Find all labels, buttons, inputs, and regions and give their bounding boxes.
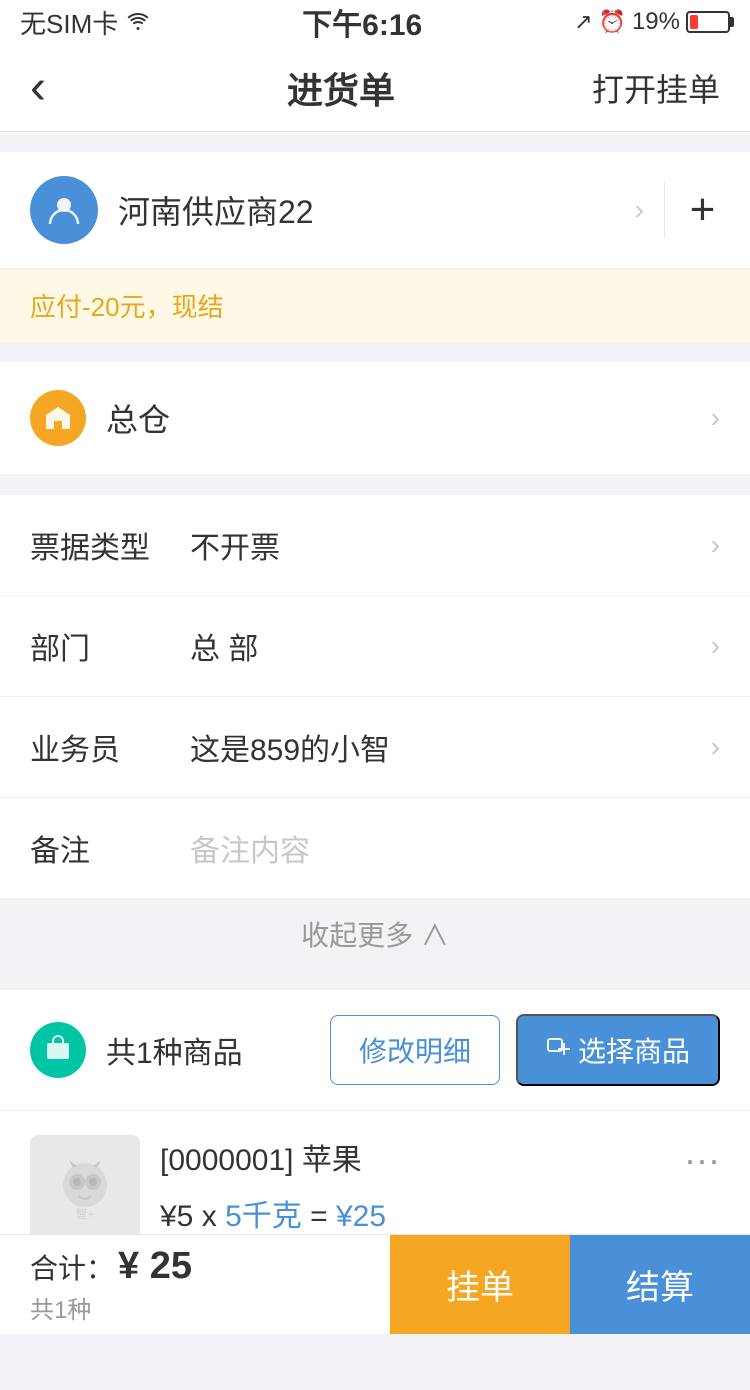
hang-label: 挂单 xyxy=(446,1260,514,1309)
form-section: 票据类型 不开票 › 部门 总 部 › 业务员 这是859的小智 › 备注 备注… xyxy=(0,495,750,898)
product-name-text: 苹果 xyxy=(302,1144,362,1177)
notice-bar: 应付-20元，现结 xyxy=(0,269,750,342)
department-label: 部门 xyxy=(30,624,190,668)
hang-button[interactable]: 挂单 xyxy=(390,1235,570,1334)
carrier-label: 无SIM卡 xyxy=(20,4,118,41)
location-icon: ↗ xyxy=(574,9,592,35)
remark-label: 备注 xyxy=(30,826,190,870)
salesman-chevron-icon: › xyxy=(711,731,720,763)
alarm-icon: ⏰ xyxy=(599,9,626,35)
gap-3 xyxy=(0,475,750,495)
ticket-type-row[interactable]: 票据类型 不开票 › xyxy=(0,495,750,596)
remark-input[interactable]: 备注内容 xyxy=(190,826,720,870)
battery-label: 19% xyxy=(632,8,680,36)
select-product-label: 选择商品 xyxy=(578,1030,690,1070)
salesman-label: 业务员 xyxy=(30,725,190,769)
status-right: ↗ ⏰ 19% xyxy=(574,8,730,36)
back-button[interactable]: ‹ xyxy=(30,60,90,115)
collapse-label: 收起更多 ∧ xyxy=(301,914,449,954)
department-row[interactable]: 部门 总 部 › xyxy=(0,596,750,697)
page-title: 进货单 xyxy=(287,62,395,114)
salesman-row[interactable]: 业务员 这是859的小智 › xyxy=(0,697,750,798)
gap-4 xyxy=(0,970,750,990)
ticket-type-label: 票据类型 xyxy=(30,523,190,567)
total-section: 合计： ¥ 25 共1种 xyxy=(0,1235,390,1334)
equals-sign: = xyxy=(310,1200,336,1233)
add-supplier-button[interactable]: + xyxy=(664,182,720,238)
department-chevron-icon: › xyxy=(711,630,720,662)
unit-price: ¥5 xyxy=(160,1200,193,1233)
notice-text: 应付-20元，现结 xyxy=(30,292,224,322)
checkout-label: 结算 xyxy=(626,1260,694,1309)
battery-icon xyxy=(686,11,730,33)
status-bar: 无SIM卡 下午6:16 ↗ ⏰ 19% xyxy=(0,0,750,44)
checkout-button[interactable]: 结算 xyxy=(570,1235,750,1334)
warehouse-chevron-icon: › xyxy=(711,402,720,434)
total-count: 共1种 xyxy=(30,1290,360,1325)
salesman-value: 这是859的小智 xyxy=(190,725,711,769)
open-pending-button[interactable]: 打开挂单 xyxy=(592,65,720,111)
products-icon xyxy=(30,1022,86,1078)
multiply-sign: x xyxy=(202,1200,225,1233)
select-product-button[interactable]: 选择商品 xyxy=(516,1014,720,1086)
product-more-button[interactable]: ··· xyxy=(660,1135,720,1181)
total-label: 合计： xyxy=(30,1247,114,1287)
remark-row[interactable]: 备注 备注内容 xyxy=(0,798,750,898)
quantity: 5千克 xyxy=(225,1200,302,1233)
supplier-row: 河南供应商22 › + xyxy=(0,152,750,269)
product-name: [0000001] 苹果 xyxy=(160,1135,660,1179)
products-count: 共1种商品 xyxy=(106,1028,330,1072)
warehouse-label: 总仓 xyxy=(106,395,711,441)
plus-icon: + xyxy=(690,185,716,235)
supplier-card: 河南供应商22 › + 应付-20元，现结 xyxy=(0,152,750,342)
supplier-name[interactable]: 河南供应商22 xyxy=(118,187,635,233)
warehouse-card: 总仓 › xyxy=(0,362,750,475)
status-left: 无SIM卡 xyxy=(20,4,150,41)
ticket-type-chevron-icon: › xyxy=(711,529,720,561)
ticket-type-value: 不开票 xyxy=(190,523,711,567)
select-product-icon xyxy=(546,1034,570,1066)
collapse-button[interactable]: 收起更多 ∧ xyxy=(0,898,750,970)
warehouse-row[interactable]: 总仓 › xyxy=(0,362,750,475)
product-code: [0000001] xyxy=(160,1144,293,1177)
department-value: 总 部 xyxy=(190,624,711,668)
svg-text:智+: 智+ xyxy=(75,1206,94,1221)
total-amount: ¥ 25 xyxy=(118,1245,192,1288)
nav-bar: ‹ 进货单 打开挂单 xyxy=(0,44,750,132)
edit-detail-button[interactable]: 修改明细 xyxy=(330,1015,500,1085)
product-price-row: ¥5 x 5千克 = ¥25 xyxy=(160,1191,660,1235)
product-thumbnail: 智+ xyxy=(30,1135,140,1245)
supplier-avatar xyxy=(30,176,98,244)
product-info: [0000001] 苹果 ¥5 x 5千克 = ¥25 xyxy=(160,1135,660,1235)
more-icon: ··· xyxy=(684,1139,720,1181)
supplier-chevron-icon: › xyxy=(635,194,644,226)
bottom-bar: 合计： ¥ 25 共1种 挂单 结算 xyxy=(0,1234,750,1334)
warehouse-icon xyxy=(30,390,86,446)
products-header: 共1种商品 修改明细 选择商品 xyxy=(0,990,750,1111)
product-total: ¥25 xyxy=(336,1200,386,1233)
status-time: 下午6:16 xyxy=(302,0,422,44)
back-icon: ‹ xyxy=(30,60,46,115)
products-card: 共1种商品 修改明细 选择商品 智 xyxy=(0,990,750,1270)
gap-1 xyxy=(0,132,750,152)
wifi-icon xyxy=(126,7,150,38)
gap-2 xyxy=(0,342,750,362)
